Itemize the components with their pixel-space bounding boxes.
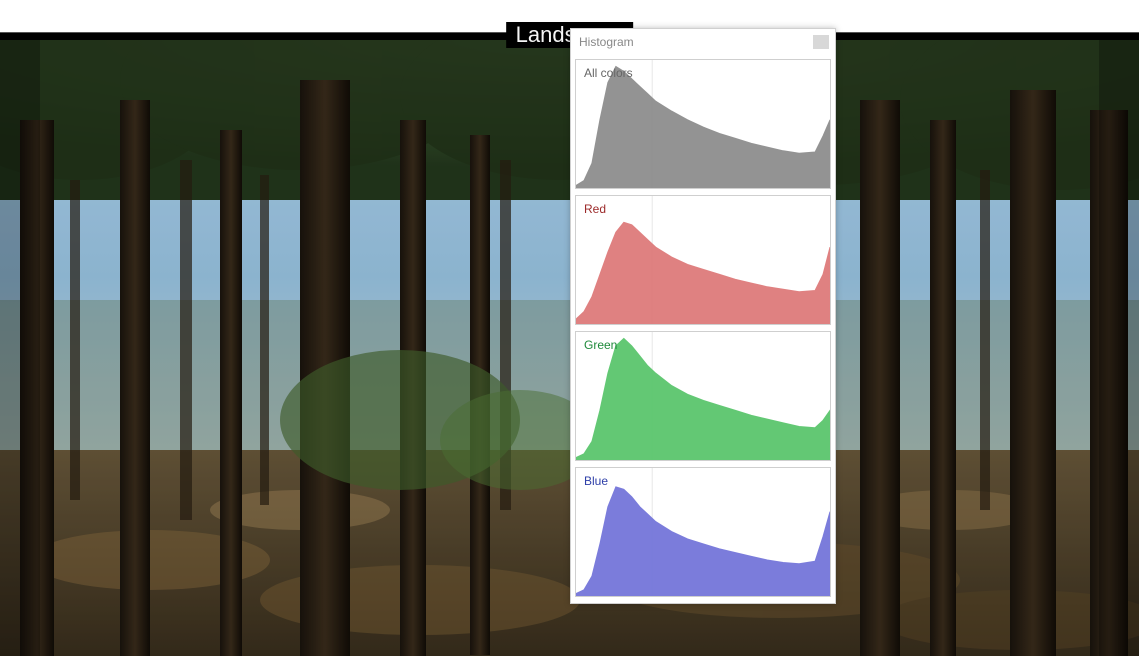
histogram-body: All colors Red Green Blue	[571, 55, 835, 603]
histogram-channel-label: All colors	[584, 66, 633, 80]
histogram-title: Histogram	[579, 35, 813, 49]
histogram-channel-blue[interactable]: Blue	[575, 467, 831, 597]
histogram-channel-label: Red	[584, 202, 606, 216]
histogram-channel-green[interactable]: Green	[575, 331, 831, 461]
histogram-panel[interactable]: Histogram All colors Red Green Blue	[570, 28, 836, 604]
histogram-channel-label: Blue	[584, 474, 608, 488]
histogram-titlebar[interactable]: Histogram	[571, 29, 835, 55]
histogram-channel-red[interactable]: Red	[575, 195, 831, 325]
histogram-channel-label: Green	[584, 338, 617, 352]
histogram-channel-all[interactable]: All colors	[575, 59, 831, 189]
app-window: Landscape	[0, 0, 1139, 656]
close-icon[interactable]	[813, 35, 829, 49]
